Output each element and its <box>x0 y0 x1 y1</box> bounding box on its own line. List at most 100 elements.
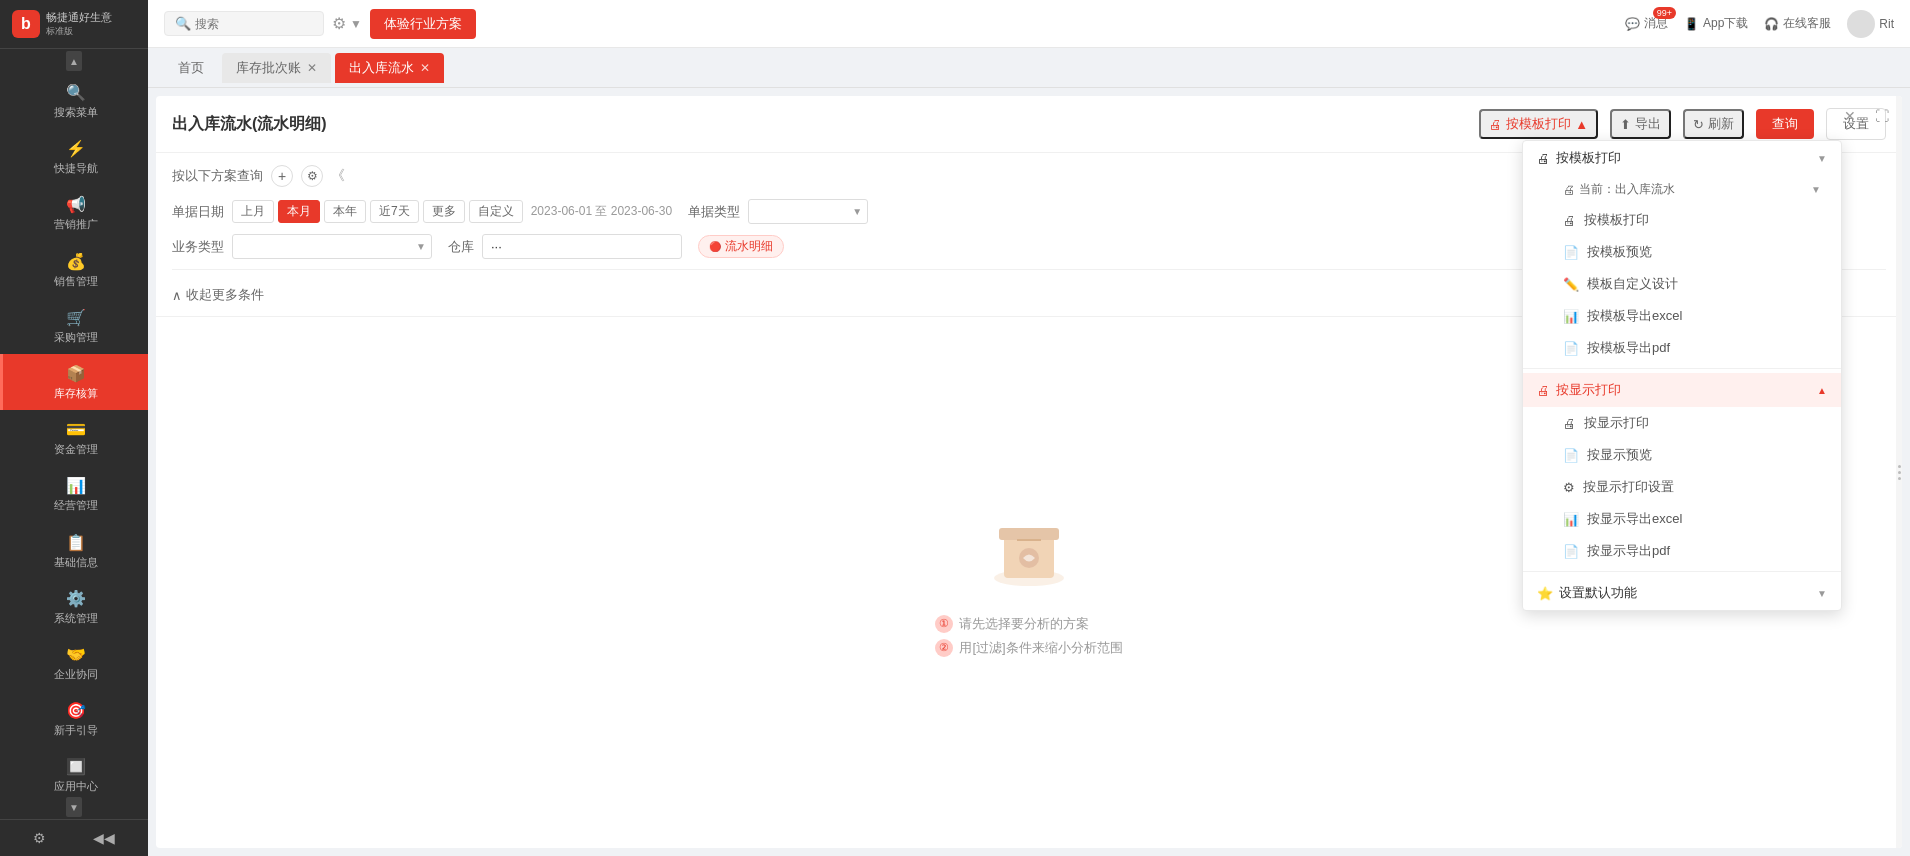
sidebar-item-purchase[interactable]: 🛒 采购管理 <box>0 298 148 354</box>
pdf-icon: 📄 <box>1563 341 1579 356</box>
display-preview-item[interactable]: 📄 按显示预览 <box>1523 439 1841 471</box>
sidebar-item-app-center[interactable]: 🔲 应用中心 <box>0 747 148 795</box>
message-badge: 99+ <box>1653 7 1676 19</box>
filter-date-item: 单据日期 上月 本月 本年 近7天 更多 自定义 2023-06-01 至 20… <box>172 200 672 223</box>
chart-icon: 📊 <box>66 476 86 495</box>
warehouse-dots: ··· <box>491 239 502 254</box>
set-default-section-header[interactable]: ⭐ 设置默认功能 ▼ <box>1523 576 1841 610</box>
print-template-btn[interactable]: 🖨 按模板打印 ▲ <box>1479 109 1598 139</box>
doc-type-select[interactable] <box>748 199 868 224</box>
scroll-up-btn[interactable]: ▲ <box>66 51 82 71</box>
chevron-up-icon: ▲ <box>1575 117 1588 132</box>
page-title: 出入库流水(流水明细) <box>172 114 327 135</box>
close-window-btn[interactable]: ✕ <box>1838 104 1862 128</box>
app-logo: b 畅捷通好生意 标准版 <box>0 0 148 49</box>
display-print-item[interactable]: 🖨 按显示打印 <box>1523 407 1841 439</box>
date-last-month-btn[interactable]: 上月 <box>232 200 274 223</box>
template-export-pdf-item[interactable]: 📄 按模板导出pdf <box>1523 332 1841 364</box>
filter-label: 按以下方案查询 <box>172 167 263 185</box>
sidebar-item-guide[interactable]: 🎯 新手引导 <box>0 691 148 747</box>
empty-tip-1: ① 请先选择要分析的方案 <box>935 615 1122 633</box>
app-download-btn[interactable]: 📱 App下载 <box>1684 15 1748 32</box>
sidebar-item-basic[interactable]: 📋 基础信息 <box>0 523 148 579</box>
date-this-year-btn[interactable]: 本年 <box>324 200 366 223</box>
display-print-settings-item[interactable]: ⚙ 按显示打印设置 <box>1523 471 1841 503</box>
filter-add-btn[interactable]: + <box>271 165 293 187</box>
page-content: 出入库流水(流水明细) 🖨 按模板打印 ▲ ⬆ 导出 ↻ 刷新 <box>156 96 1902 848</box>
collapse-sidebar-btn[interactable]: ◀◀ <box>93 830 115 846</box>
filter-doc-type-item: 单据类型 ▼ <box>688 199 868 224</box>
filter-tag: 🔴 流水明细 <box>698 235 784 258</box>
settings-icon[interactable]: ⚙ <box>332 14 346 33</box>
gear-icon: ⚙️ <box>66 589 86 608</box>
printer-display-sub-icon: 🖨 <box>1563 416 1576 431</box>
export-btn[interactable]: ⬆ 导出 <box>1610 109 1671 139</box>
refresh-btn[interactable]: ↻ 刷新 <box>1683 109 1744 139</box>
message-btn[interactable]: 💬 消息 99+ <box>1625 15 1668 32</box>
settings-bottom-btn[interactable]: ⚙ <box>33 830 46 846</box>
template-export-excel-item[interactable]: 📊 按模板导出excel <box>1523 300 1841 332</box>
template-print-item[interactable]: 🖨 按模板打印 <box>1523 204 1841 236</box>
display-print-section-header[interactable]: 🖨 按显示打印 ▲ <box>1523 373 1841 407</box>
display-pdf-icon: 📄 <box>1563 544 1579 559</box>
sidebar-item-operation[interactable]: 📊 经营管理 <box>0 466 148 522</box>
display-export-pdf-item[interactable]: 📄 按显示导出pdf <box>1523 535 1841 567</box>
query-btn[interactable]: 查询 <box>1756 109 1814 139</box>
sidebar-item-marketing[interactable]: 📢 营销推广 <box>0 185 148 241</box>
refresh-icon: ↻ <box>1693 117 1704 132</box>
sidebar-item-inventory[interactable]: 📦 库存核算 <box>0 354 148 410</box>
date-7days-btn[interactable]: 近7天 <box>370 200 419 223</box>
warehouse-label: 仓库 <box>448 238 474 256</box>
tab-close-batch[interactable]: ✕ <box>307 61 317 75</box>
sidebar-item-system[interactable]: ⚙️ 系统管理 <box>0 579 148 635</box>
sidebar-nav: 🔍 搜索菜单 ⚡ 快捷导航 📢 营销推广 💰 销售管理 🛒 采购管理 📦 <box>0 73 148 795</box>
display-print-section-title: 🖨 按显示打印 <box>1537 381 1621 399</box>
date-more-btn[interactable]: 更多 <box>423 200 465 223</box>
sidebar-item-quick-nav[interactable]: ⚡ 快捷导航 <box>0 129 148 185</box>
search-icon: 🔍 <box>66 83 86 102</box>
template-custom-item[interactable]: ✏️ 模板自定义设计 <box>1523 268 1841 300</box>
tab-batch-account[interactable]: 库存批次账 ✕ <box>222 53 331 83</box>
chevron-down-icon[interactable]: ▼ <box>350 17 362 31</box>
edit-icon: ✏️ <box>1563 277 1579 292</box>
tab-flow[interactable]: 出入库流水 ✕ <box>335 53 444 83</box>
display-export-excel-item[interactable]: 📊 按显示导出excel <box>1523 503 1841 535</box>
tab-bar: 首页 库存批次账 ✕ 出入库流水 ✕ <box>148 48 1910 88</box>
filter-warehouse-item: 仓库 ··· <box>448 234 682 259</box>
topbar-search-box[interactable]: 🔍 <box>164 11 324 36</box>
business-type-select[interactable] <box>232 234 432 259</box>
filter-collapse-btn[interactable]: 《 <box>331 167 345 185</box>
empty-tip-2: ② 用[过滤]条件来缩小分析范围 <box>935 639 1122 657</box>
main-area: 🔍 ⚙ ▼ 体验行业方案 💬 消息 99+ 📱 App下载 <box>148 0 1910 856</box>
filter-setting-btn[interactable]: ⚙ <box>301 165 323 187</box>
headset-icon: 🎧 <box>1764 17 1779 31</box>
resize-handle[interactable] <box>1896 96 1902 848</box>
sidebar: b 畅捷通好生意 标准版 ▲ 🔍 搜索菜单 ⚡ 快捷导航 📢 营销推广 💰 销售 <box>0 0 148 856</box>
sidebar-item-sales[interactable]: 💰 销售管理 <box>0 242 148 298</box>
doc-type-label: 单据类型 <box>688 203 740 221</box>
search-input[interactable] <box>195 17 295 31</box>
grid-icon: 🔲 <box>66 757 86 776</box>
topbar-left: 🔍 ⚙ ▼ 体验行业方案 <box>164 9 1625 39</box>
online-service-btn[interactable]: 🎧 在线客服 <box>1764 15 1831 32</box>
business-type-select-wrap: ▼ <box>232 234 432 259</box>
template-print-section-header[interactable]: 🖨 按模板打印 ▼ <box>1523 141 1841 175</box>
current-template-item[interactable]: 🖨 当前：出入库流水 ▼ <box>1523 175 1841 204</box>
tab-close-flow[interactable]: ✕ <box>420 61 430 75</box>
empty-illustration <box>979 503 1079 603</box>
maximize-window-btn[interactable]: ⛶ <box>1870 104 1894 128</box>
date-shortcuts: 上月 本月 本年 近7天 更多 自定义 <box>232 200 523 223</box>
industry-solution-btn[interactable]: 体验行业方案 <box>370 9 476 39</box>
sidebar-item-search[interactable]: 🔍 搜索菜单 <box>0 73 148 129</box>
scroll-down-btn[interactable]: ▼ <box>66 797 82 817</box>
tip-number-1: ① <box>935 615 953 633</box>
date-this-month-btn[interactable]: 本月 <box>278 200 320 223</box>
sidebar-item-enterprise[interactable]: 🤝 企业协同 <box>0 635 148 691</box>
warehouse-field[interactable]: ··· <box>482 234 682 259</box>
sidebar-bottom: ⚙ ◀◀ <box>0 819 148 856</box>
sidebar-item-finance[interactable]: 💳 资金管理 <box>0 410 148 466</box>
user-avatar-btn[interactable]: Rit <box>1847 10 1894 38</box>
tab-home[interactable]: 首页 <box>164 53 218 83</box>
template-preview-item[interactable]: 📄 按模板预览 <box>1523 236 1841 268</box>
date-custom-btn[interactable]: 自定义 <box>469 200 523 223</box>
